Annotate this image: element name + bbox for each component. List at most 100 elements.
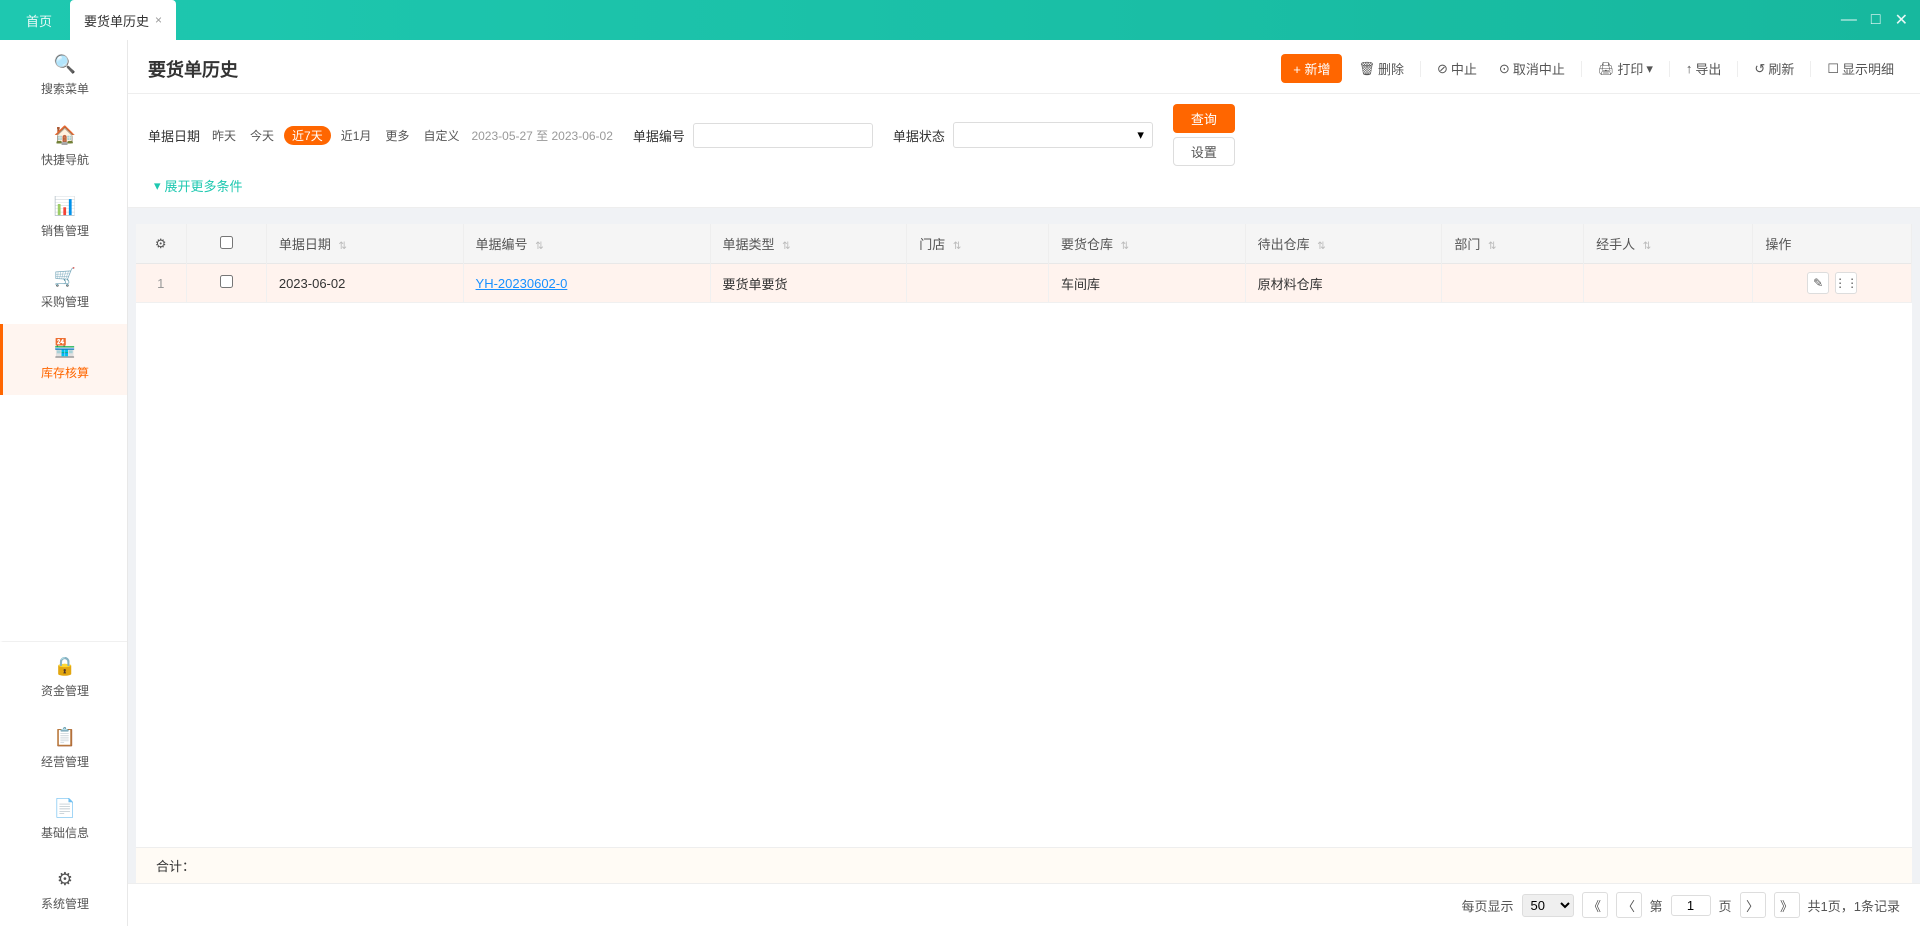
sidebar-item-operations[interactable]: 📋 经营管理 — [0, 713, 127, 784]
tab-bar: 首页 要货单历史 × — [12, 0, 176, 40]
sidebar-item-finance[interactable]: 🔒 资金管理 — [0, 641, 127, 713]
status-select[interactable]: ▾ — [953, 122, 1153, 148]
date-btn-more[interactable]: 更多 — [381, 126, 413, 145]
select-all-checkbox[interactable] — [220, 236, 233, 249]
sort-icon[interactable]: ⇅ — [535, 241, 543, 252]
column-settings[interactable]: ⚙ — [136, 224, 186, 264]
sidebar-item-sales[interactable]: 📊 销售管理 — [0, 182, 127, 253]
row-checkbox[interactable] — [220, 275, 233, 288]
column-docnum: 单据编号 ⇅ — [463, 224, 710, 264]
suspend-button[interactable]: ⊘ 中止 — [1431, 55, 1483, 82]
docnum-label: 单据编号 — [633, 126, 685, 145]
expand-icon: ▾ — [154, 178, 161, 194]
page-unit-label: 页 — [1719, 896, 1732, 915]
date-btn-7days[interactable]: 近7天 — [284, 126, 331, 145]
refresh-button[interactable]: ↺ 刷新 — [1748, 55, 1800, 82]
page-title: 要货单历史 — [148, 56, 238, 82]
search-icon: 🔍 — [54, 54, 76, 75]
add-button[interactable]: + 新增 — [1281, 54, 1342, 83]
row-actions-cell: ✎ ⋮⋮ — [1753, 264, 1912, 303]
summary-label: 合计： — [156, 856, 195, 875]
top-bar: 首页 要货单历史 × — □ ✕ — [0, 0, 1920, 40]
sort-icon[interactable]: ⇅ — [1317, 241, 1325, 252]
filter-row-1: 单据日期 昨天 今天 近7天 近1月 更多 自定义 2023-05-27 至 2… — [148, 104, 1900, 166]
content-area: 要货单历史 + 新增 🗑 删除 ⊘ 中止 ⊙ — [128, 40, 1920, 926]
query-button[interactable]: 查询 — [1173, 104, 1235, 133]
status-label: 单据状态 — [893, 126, 945, 145]
sort-icon[interactable]: ⇅ — [1488, 241, 1496, 252]
delete-button[interactable]: 🗑 删除 — [1352, 55, 1410, 82]
maximize-icon[interactable]: □ — [1871, 11, 1881, 29]
show-detail-button[interactable]: ☐ 显示明细 — [1821, 55, 1900, 82]
sidebar-item-label: 采购管理 — [41, 293, 89, 310]
sidebar-item-label: 经营管理 — [41, 753, 89, 770]
column-doctype: 单据类型 ⇅ — [710, 224, 907, 264]
print-button[interactable]: 🖨 打印 ▾ — [1592, 55, 1659, 82]
page-number-input[interactable] — [1671, 895, 1711, 916]
sort-icon[interactable]: ⇅ — [1121, 241, 1129, 252]
column-pending-warehouse: 待出仓库 ⇅ — [1245, 224, 1442, 264]
row-checkbox-cell — [186, 264, 266, 303]
tab-close-icon[interactable]: × — [155, 13, 162, 27]
cancel-icon: ⊙ — [1499, 61, 1510, 77]
row-index: 1 — [136, 264, 186, 303]
row-store — [907, 264, 1049, 303]
sort-icon[interactable]: ⇅ — [338, 241, 346, 252]
sidebar-item-purchase[interactable]: 🛒 采购管理 — [0, 253, 127, 324]
print-dropdown-icon[interactable]: ▾ — [1646, 61, 1653, 77]
row-edit-button[interactable]: ✎ — [1807, 272, 1829, 294]
operations-icon: 📋 — [54, 727, 76, 748]
export-icon: ↑ — [1686, 61, 1693, 76]
next-page-button[interactable]: 〉 — [1740, 892, 1766, 918]
sidebar-item-label: 系统管理 — [41, 895, 89, 912]
filter-area: 单据日期 昨天 今天 近7天 近1月 更多 自定义 2023-05-27 至 2… — [128, 94, 1920, 208]
prev-page-button[interactable]: 〈 — [1616, 892, 1642, 918]
filter-row-2: ▾ 展开更多条件 — [148, 174, 1900, 197]
checkbox-icon: ☐ — [1827, 61, 1839, 77]
sidebar-item-quick-nav[interactable]: 🏠 快捷导航 — [0, 111, 127, 182]
first-page-button[interactable]: 《 — [1582, 892, 1608, 918]
last-page-button[interactable]: 》 — [1774, 892, 1800, 918]
sort-icon[interactable]: ⇅ — [953, 241, 961, 252]
setting-button[interactable]: 设置 — [1173, 137, 1235, 166]
tab-order-history[interactable]: 要货单历史 × — [70, 0, 176, 40]
column-req-warehouse: 要货仓库 ⇅ — [1048, 224, 1245, 264]
basic-info-icon: 📄 — [54, 798, 76, 819]
toolbar: + 新增 🗑 删除 ⊘ 中止 ⊙ 取消中止 — [1281, 54, 1900, 83]
separator — [1737, 61, 1738, 77]
expand-conditions-button[interactable]: ▾ 展开更多条件 — [148, 174, 249, 197]
tab-home[interactable]: 首页 — [12, 0, 66, 40]
minimize-icon[interactable]: — — [1841, 11, 1857, 29]
separator — [1810, 61, 1811, 77]
export-button[interactable]: ↑ 导出 — [1680, 55, 1728, 82]
window-controls: — □ ✕ — [1841, 10, 1908, 30]
data-table: ⚙ 单据日期 ⇅ 单据编号 ⇅ — [136, 224, 1912, 303]
table-area: ⚙ 单据日期 ⇅ 单据编号 ⇅ — [136, 224, 1912, 847]
status-filter-group: 单据状态 ▾ — [893, 122, 1153, 148]
cancel-suspend-button[interactable]: ⊙ 取消中止 — [1493, 55, 1571, 82]
content-inner: ⚙ 单据日期 ⇅ 单据编号 ⇅ — [128, 208, 1920, 883]
sidebar: 🔍 搜索菜单 🏠 快捷导航 📊 销售管理 🛒 采购管理 🏪 库存核算 🔒 资金管… — [0, 40, 128, 926]
sort-icon[interactable]: ⇅ — [1643, 241, 1651, 252]
sidebar-item-basic-info[interactable]: 📄 基础信息 — [0, 784, 127, 855]
docnum-input[interactable] — [693, 123, 873, 148]
home-icon: 🏠 — [54, 125, 76, 146]
table-header-row: ⚙ 单据日期 ⇅ 单据编号 ⇅ — [136, 224, 1912, 264]
date-btn-1month[interactable]: 近1月 — [337, 126, 376, 145]
date-btn-yesterday[interactable]: 昨天 — [208, 126, 240, 145]
sort-icon[interactable]: ⇅ — [782, 241, 790, 252]
date-btn-today[interactable]: 今天 — [246, 126, 278, 145]
filter-actions: 查询 设置 — [1173, 104, 1235, 166]
date-range-display: 2023-05-27 至 2023-06-02 — [471, 127, 612, 144]
sidebar-item-inventory[interactable]: 🏪 库存核算 — [0, 324, 127, 395]
sidebar-item-system[interactable]: ⚙ 系统管理 — [0, 855, 127, 926]
date-btn-custom[interactable]: 自定义 — [419, 126, 463, 145]
pagination-bar: 每页显示 50 20 100 《 〈 第 页 〉 》 共1页，1条记录 — [128, 883, 1920, 926]
close-icon[interactable]: ✕ — [1895, 10, 1908, 30]
row-delete-button[interactable]: ⋮⋮ — [1835, 272, 1857, 294]
finance-icon: 🔒 — [54, 656, 76, 677]
page-size-select[interactable]: 50 20 100 — [1522, 894, 1574, 917]
sidebar-item-search-menu[interactable]: 🔍 搜索菜单 — [0, 40, 127, 111]
separator — [1581, 61, 1582, 77]
row-docnum[interactable]: YH-20230602-0 — [463, 264, 710, 303]
